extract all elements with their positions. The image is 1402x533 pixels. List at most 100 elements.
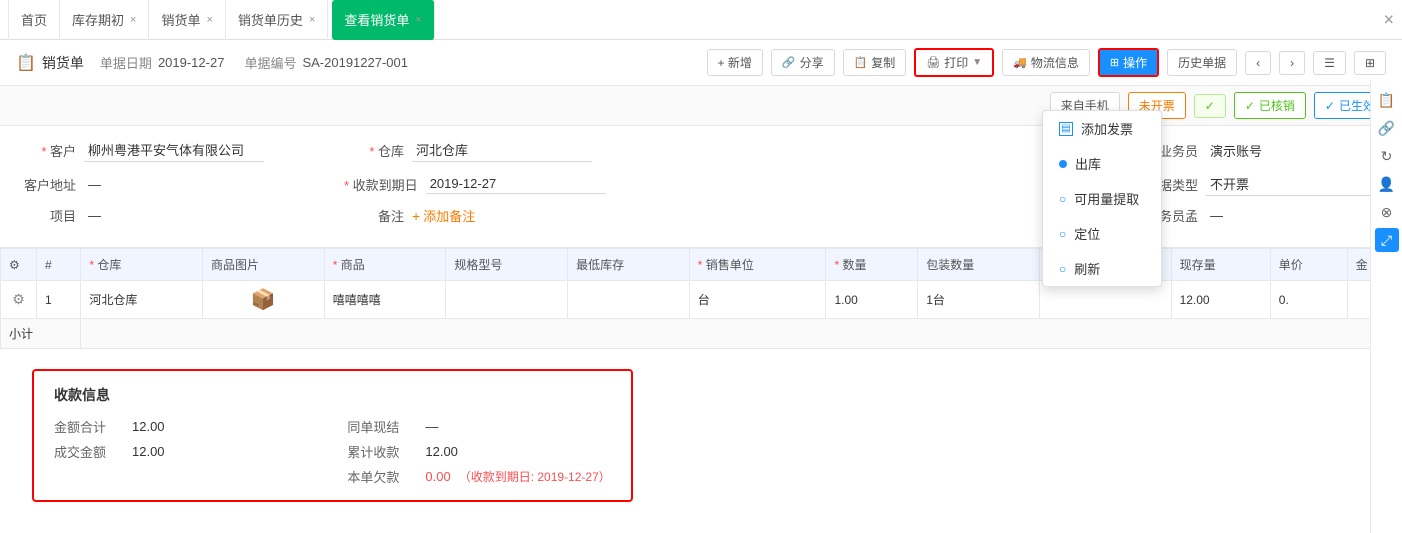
sidebar-icon-expand[interactable]: ⤢ [1375, 228, 1399, 252]
tab-view-sales-close[interactable]: × [415, 14, 421, 26]
sidebar-icon-4[interactable]: 👤 [1375, 172, 1399, 196]
doc-icon: 📋 [16, 53, 36, 73]
nav-prev-button[interactable]: ‹ [1245, 51, 1271, 75]
customer-label: 客户 [16, 141, 76, 160]
customer-value[interactable]: 柳州粤港平安气体有限公司 [84, 138, 264, 162]
project-label: 项目 [16, 206, 76, 225]
col-pack-qty: 包装数量 [918, 249, 1040, 281]
form-section: 客户 柳州粤港平安气体有限公司 仓库 河北仓库 业务员 演示账号 客户地址 — [0, 126, 1402, 248]
summary-settlement-value: — [425, 419, 438, 434]
project-value: — [84, 206, 264, 225]
ticket-type-value[interactable]: 不开票 [1206, 172, 1386, 196]
doc-date-field: 单据日期 2019-12-27 [100, 53, 225, 72]
check-button[interactable]: ✓ [1194, 94, 1226, 118]
sidebar-icon-3[interactable]: ↻ [1375, 144, 1399, 168]
row-model [446, 281, 568, 319]
warehouse-label: 仓库 [344, 141, 404, 160]
operation-button-group: ⊞ 操作 [1098, 48, 1159, 77]
dropdown-available-pickup[interactable]: ○ 可用量提取 [1043, 181, 1161, 216]
print-button[interactable]: 🖨 打印 ▼ [914, 48, 994, 77]
dropdown-refresh[interactable]: ○ 刷新 [1043, 251, 1161, 286]
sidebar-icon-5[interactable]: ⊗ [1375, 200, 1399, 224]
warehouse-value[interactable]: 河北仓库 [412, 138, 592, 162]
summary-owed-inner: 本单欠款 0.00 （收款到期日: 2019-12-27） [347, 467, 610, 486]
outbound-dot-icon [1059, 160, 1067, 168]
add-note-button[interactable]: + 添加备注 [412, 206, 475, 225]
document-header: 📋 销货单 单据日期 2019-12-27 单据编号 SA-20191227-0… [0, 40, 1402, 86]
summary-deal-amount-label: 成交金额 [54, 442, 124, 461]
table-row: ⚙ 1 河北仓库 📦 嘻嘻嘻嘻 台 1.00 1台 12.00 0. [1, 281, 1402, 319]
dropdown-add-invoice[interactable]: ▤ 添加发票 [1043, 111, 1161, 146]
row-min-stock [568, 281, 690, 319]
payment-date-value[interactable]: 2019-12-27 [426, 174, 606, 194]
col-quantity: 数量 [826, 249, 918, 281]
add-invoice-label: 添加发票 [1081, 119, 1133, 138]
notes-field: 备注 + 添加备注 [344, 206, 475, 225]
col-warehouse: 仓库 [81, 249, 203, 281]
view-grid-button[interactable]: ⊞ [1354, 51, 1386, 75]
row-quantity: 1.00 [826, 281, 918, 319]
doc-number-value: SA-20191227-001 [302, 55, 408, 70]
summary-owed-row: 本单欠款 0.00 （收款到期日: 2019-12-27） [347, 467, 610, 486]
row-warehouse: 河北仓库 [81, 281, 203, 319]
staff2-field: 业务员孟 — [1137, 206, 1386, 225]
sidebar-icon-1[interactable]: 📋 [1375, 88, 1399, 112]
doc-date-value: 2019-12-27 [158, 55, 225, 70]
summary-settlement-label: 同单现结 [347, 417, 417, 436]
sidebar-icon-2[interactable]: 🔗 [1375, 116, 1399, 140]
data-table: ⚙ # 仓库 商品图片 商品 规格型号 最低库存 销售单位 数量 包装数量 可用… [0, 248, 1402, 349]
window-close-button[interactable]: × [1383, 9, 1394, 30]
summary-container: 收款信息 金额合计 12.00 同单现结 — 成交金额 12.00 [0, 349, 1402, 522]
notes-label: 备注 [344, 206, 404, 225]
tab-sales-history-close[interactable]: × [309, 14, 315, 26]
share-button[interactable]: 🔗 分享 [771, 49, 835, 76]
col-model: 规格型号 [446, 249, 568, 281]
copy-button[interactable]: 📋 复制 [843, 49, 907, 76]
tab-inventory-init-close[interactable]: × [130, 14, 136, 26]
subtotal-values [81, 319, 1402, 349]
address-value: — [84, 175, 264, 194]
locate-label: 定位 [1074, 224, 1100, 243]
tab-bar: 首页 库存期初 × 销货单 × 销货单历史 × 查看销货单 × × [0, 0, 1402, 40]
tab-sales-order-close[interactable]: × [206, 14, 212, 26]
history-button[interactable]: 历史单据 [1167, 49, 1237, 76]
row-sales-unit: 台 [689, 281, 826, 319]
form-row-1: 客户 柳州粤港平安气体有限公司 仓库 河北仓库 业务员 演示账号 [16, 138, 1386, 162]
logistics-button[interactable]: 🚚 物流信息 [1002, 49, 1090, 76]
outbound-label: 出库 [1075, 154, 1101, 173]
table-subtotal-row: 小计 [1, 319, 1402, 349]
row-stock: 12.00 [1171, 281, 1270, 319]
nav-next-button[interactable]: › [1279, 51, 1305, 75]
table-container: ⚙ # 仓库 商品图片 商品 规格型号 最低库存 销售单位 数量 包装数量 可用… [0, 248, 1402, 349]
verified-sale-button[interactable]: ✓ 已核销 [1234, 92, 1306, 119]
tab-home[interactable]: 首页 [8, 0, 60, 40]
tab-sales-history[interactable]: 销货单历史 × [226, 0, 328, 40]
tab-view-sales[interactable]: 查看销货单 × [332, 0, 434, 40]
gear-icon: ⚙ [12, 291, 25, 307]
right-sidebar: 📋 🔗 ↻ 👤 ⊗ ⤢ [1370, 80, 1402, 533]
dropdown-outbound[interactable]: 出库 [1043, 146, 1161, 181]
dropdown-locate[interactable]: ○ 定位 [1043, 216, 1161, 251]
tab-sales-order[interactable]: 销货单 × [149, 0, 225, 40]
row-gear[interactable]: ⚙ [1, 281, 37, 319]
col-min-stock: 最低库存 [568, 249, 690, 281]
row-product-img: 📦 [203, 281, 325, 319]
view-list-button[interactable]: ☰ [1313, 51, 1346, 75]
available-pickup-label: 可用量提取 [1074, 189, 1139, 208]
table-header-row: ⚙ # 仓库 商品图片 商品 规格型号 最低库存 销售单位 数量 包装数量 可用… [1, 249, 1402, 281]
toolbar: + 新增 🔗 分享 📋 复制 🖨 打印 ▼ 🚚 物流信息 [707, 48, 1386, 77]
new-button[interactable]: + 新增 [707, 49, 763, 76]
row-product: 嘻嘻嘻嘻 [324, 281, 446, 319]
operation-button[interactable]: ⊞ 操作 [1100, 50, 1157, 75]
payment-date-label: 收款到期日 [344, 175, 418, 194]
tab-inventory-init[interactable]: 库存期初 × [60, 0, 149, 40]
col-unit-price: 单价 [1270, 249, 1347, 281]
address-field: 客户地址 — [16, 175, 264, 194]
summary-total-received-value: 12.00 [425, 444, 458, 459]
invoice-icon: ▤ [1059, 122, 1073, 136]
refresh-label: 刷新 [1074, 259, 1100, 278]
form-row-3: 项目 — 备注 + 添加备注 业务员孟 — [16, 206, 1386, 225]
doc-date-label: 单据日期 [100, 53, 152, 72]
summary-settlement-row: 同单现结 — [347, 417, 610, 436]
summary-amount-value: 12.00 [132, 419, 165, 434]
